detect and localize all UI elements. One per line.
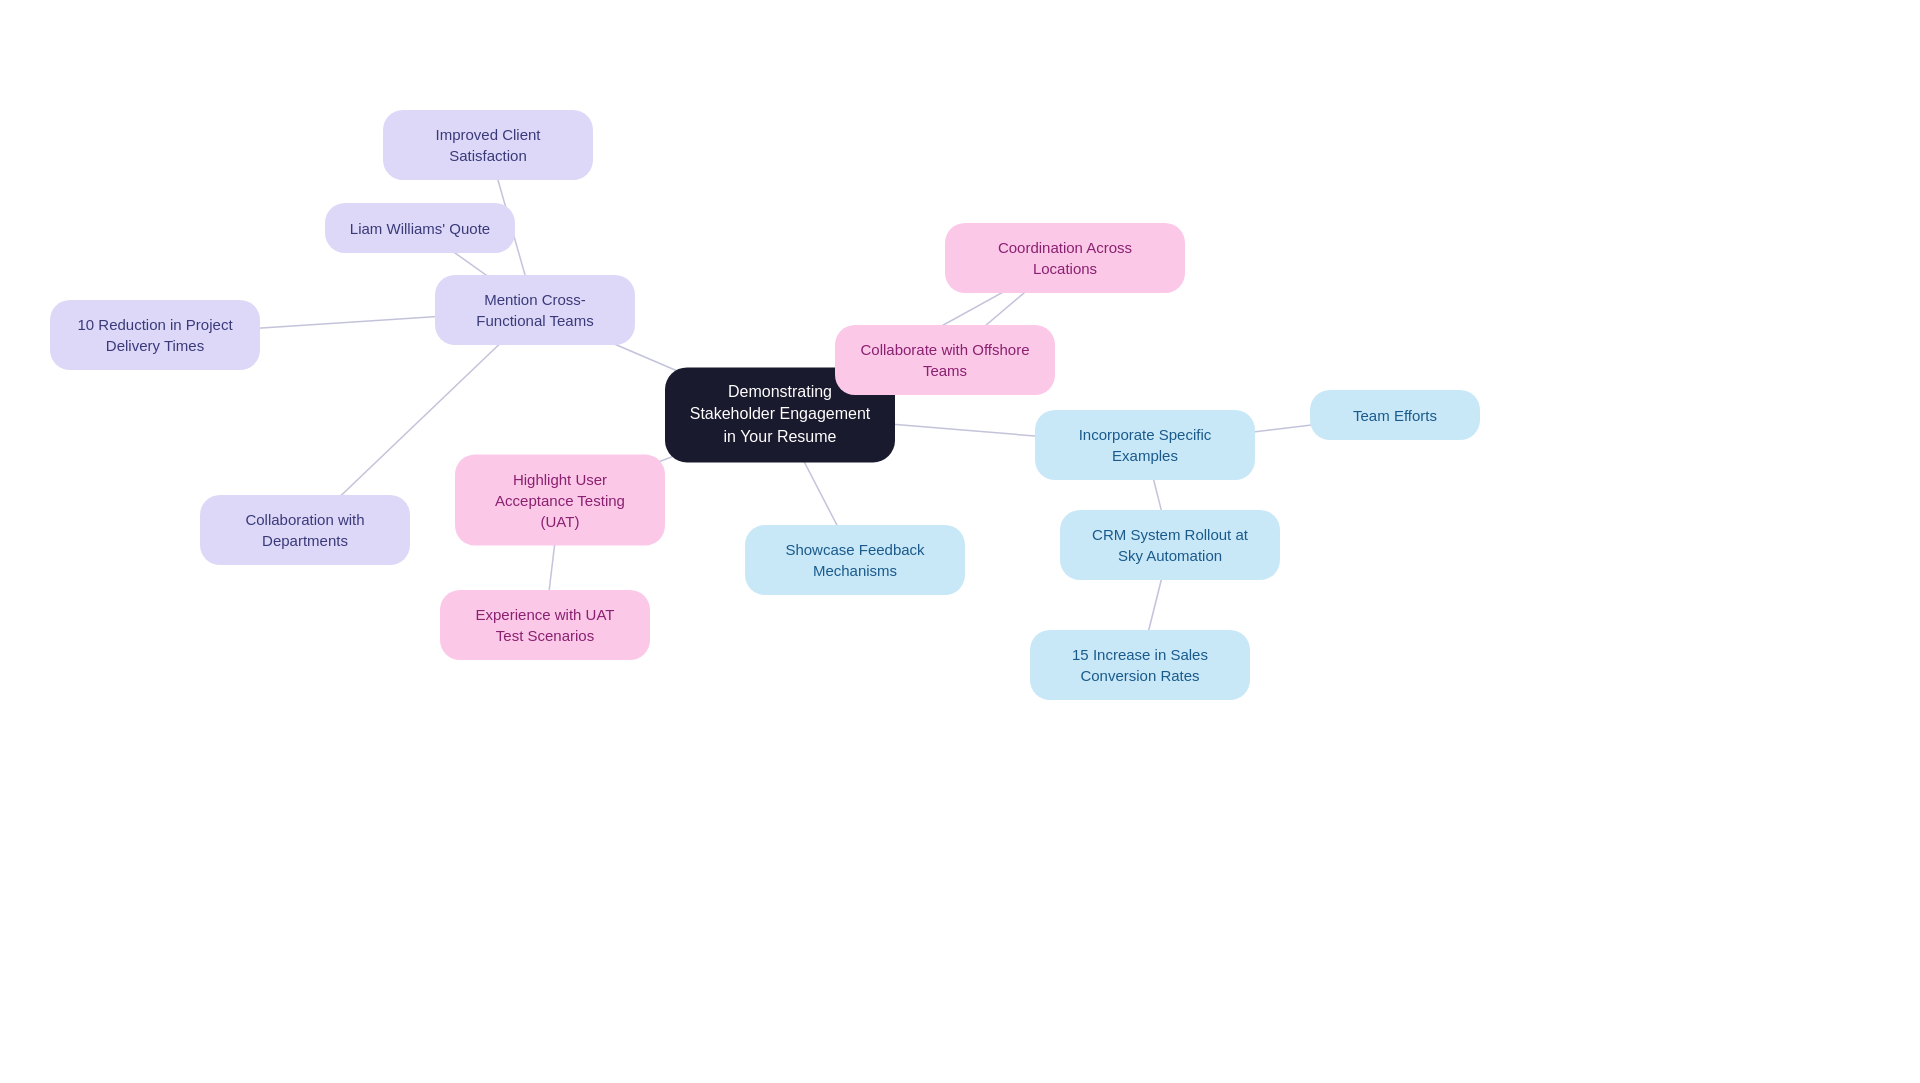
mindmap-canvas: Demonstrating Stakeholder Engagement in … (0, 0, 1920, 1083)
node-highlight_uat[interactable]: Highlight User Acceptance Testing (UAT) (455, 455, 665, 546)
node-team_efforts[interactable]: Team Efforts (1310, 390, 1480, 440)
node-showcase_feedback[interactable]: Showcase Feedback Mechanisms (745, 525, 965, 595)
node-project_delivery[interactable]: 10 Reduction in Project Delivery Times (50, 300, 260, 370)
node-offshore_teams[interactable]: Collaborate with Offshore Teams (835, 325, 1055, 395)
node-uat_scenarios[interactable]: Experience with UAT Test Scenarios (440, 590, 650, 660)
node-crm_rollout[interactable]: CRM System Rollout at Sky Automation (1060, 510, 1280, 580)
node-collab_departments[interactable]: Collaboration with Departments (200, 495, 410, 565)
node-liam_quote[interactable]: Liam Williams' Quote (325, 203, 515, 253)
node-improved_client[interactable]: Improved Client Satisfaction (383, 110, 593, 180)
node-sales_conversion[interactable]: 15 Increase in Sales Conversion Rates (1030, 630, 1250, 700)
node-incorporate_examples[interactable]: Incorporate Specific Examples (1035, 410, 1255, 480)
node-coordination[interactable]: Coordination Across Locations (945, 223, 1185, 293)
node-cross_functional[interactable]: Mention Cross-Functional Teams (435, 275, 635, 345)
